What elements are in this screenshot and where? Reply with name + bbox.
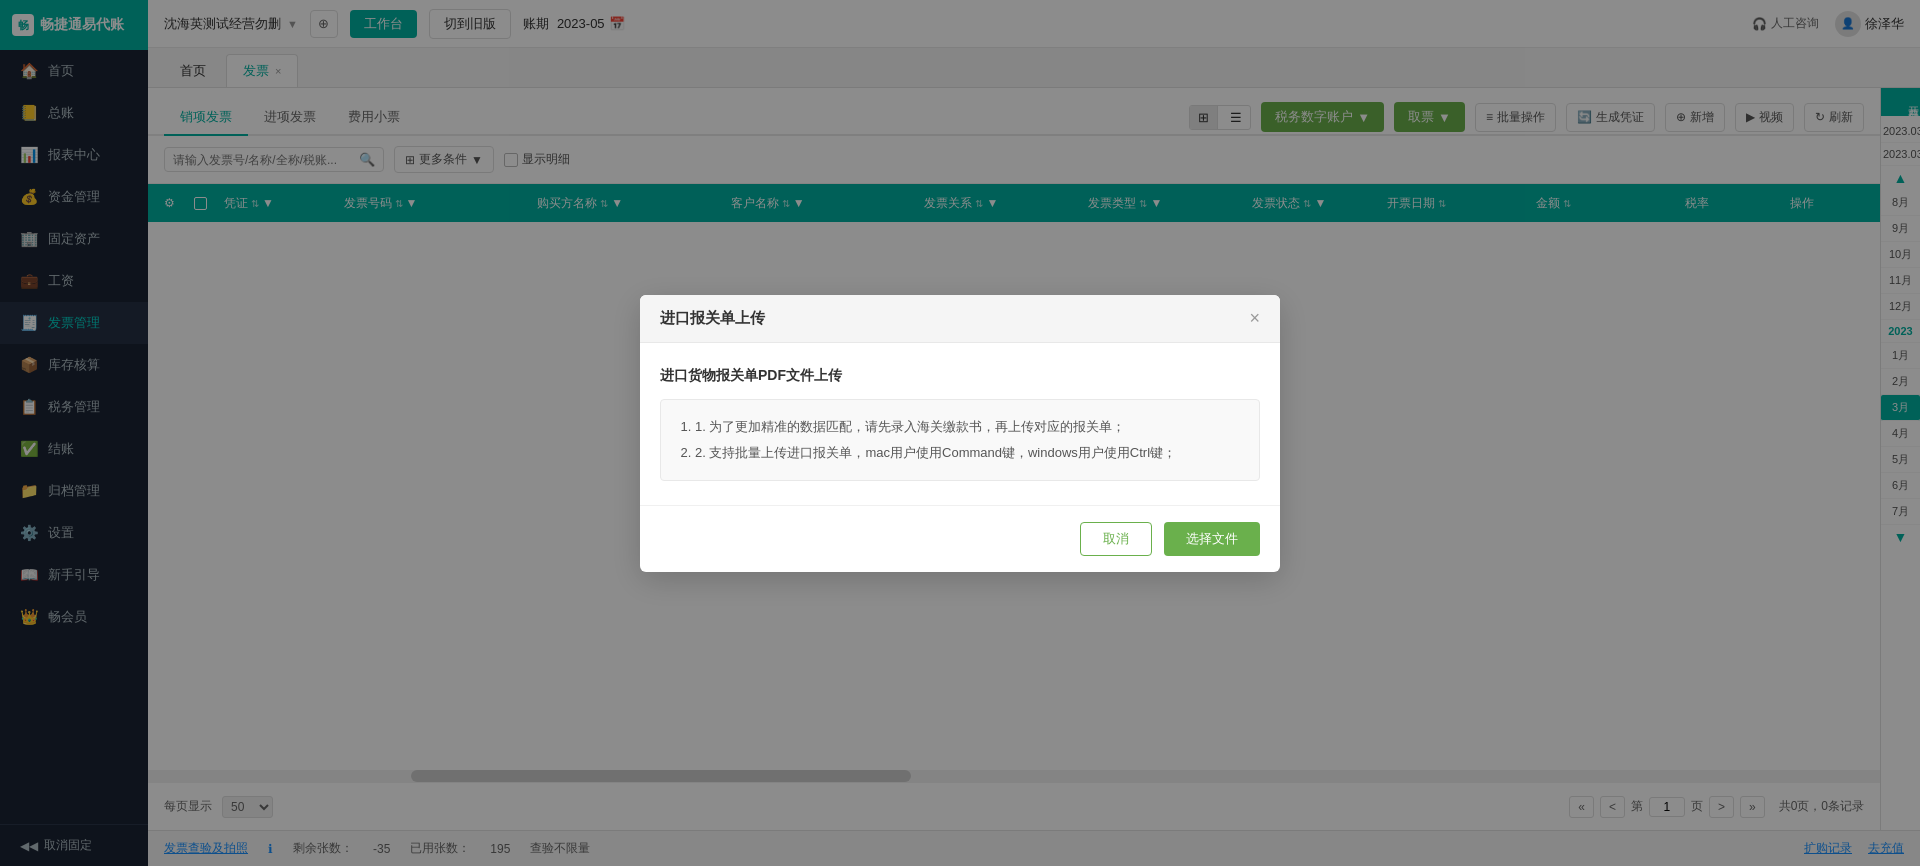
- modal-select-file-button[interactable]: 选择文件: [1164, 522, 1260, 556]
- modal-section-title: 进口货物报关单PDF文件上传: [660, 367, 1260, 385]
- import-modal: 进口报关单上传 × 进口货物报关单PDF文件上传 1. 为了更加精准的数据匹配，…: [640, 295, 1280, 572]
- modal-tip-2: 2. 支持批量上传进口报关单，mac用户使用Command键，windows用户…: [695, 440, 1243, 466]
- modal-cancel-button[interactable]: 取消: [1080, 522, 1152, 556]
- modal-title: 进口报关单上传: [660, 309, 765, 328]
- modal-header: 进口报关单上传 ×: [640, 295, 1280, 343]
- modal-tips-box: 1. 为了更加精准的数据匹配，请先录入海关缴款书，再上传对应的报关单； 2. 支…: [660, 399, 1260, 481]
- modal-close-icon[interactable]: ×: [1249, 309, 1260, 327]
- modal-body: 进口货物报关单PDF文件上传 1. 为了更加精准的数据匹配，请先录入海关缴款书，…: [640, 343, 1280, 505]
- modal-footer: 取消 选择文件: [640, 505, 1280, 572]
- modal-tip-1: 1. 为了更加精准的数据匹配，请先录入海关缴款书，再上传对应的报关单；: [695, 414, 1243, 440]
- modal-overlay[interactable]: 进口报关单上传 × 进口货物报关单PDF文件上传 1. 为了更加精准的数据匹配，…: [0, 0, 1920, 866]
